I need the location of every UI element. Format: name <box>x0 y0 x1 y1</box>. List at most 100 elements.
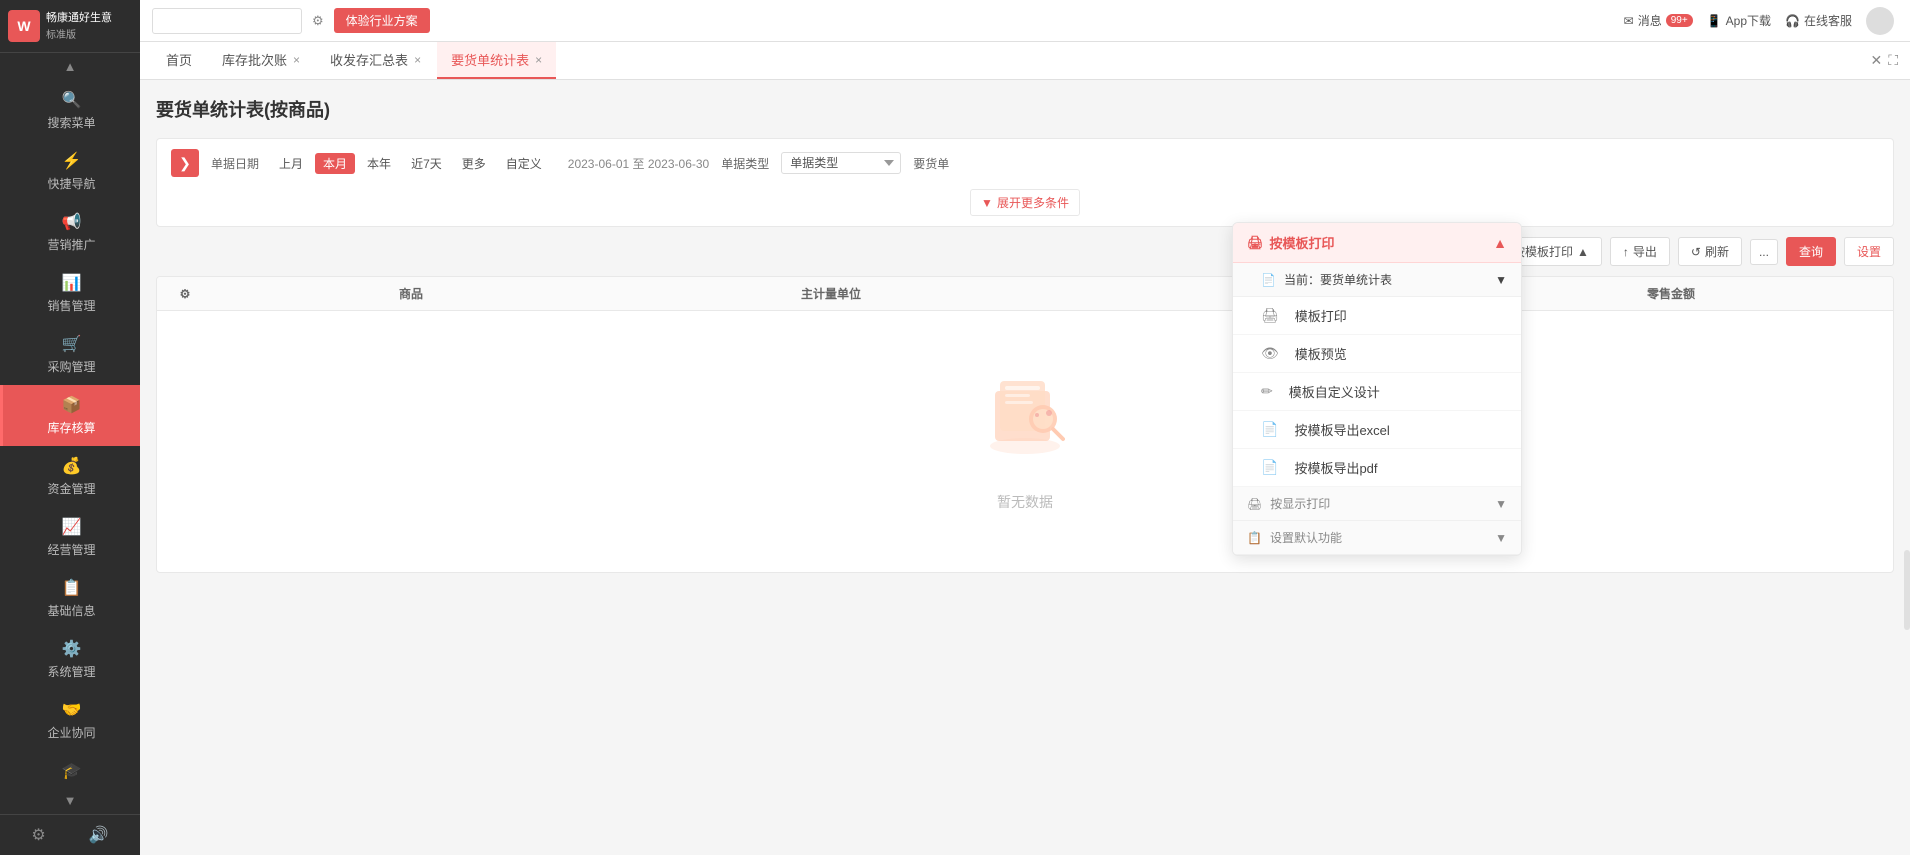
settings-btn[interactable]: 设置 <box>1844 237 1894 266</box>
refresh-icon: ↺ <box>1691 245 1701 259</box>
date-btn-this-year[interactable]: 本年 <box>359 153 399 174</box>
refresh-btn[interactable]: ↺ 刷新 <box>1678 237 1742 266</box>
tab-close-all-btn[interactable]: ✕ <box>1870 52 1882 69</box>
sidebar-item-system[interactable]: ⚙️ 系统管理 <box>0 629 140 690</box>
more-btn[interactable]: ... <box>1750 239 1778 265</box>
expand-label: 展开更多条件 <box>997 194 1069 211</box>
sales-icon: 📊 <box>62 273 82 293</box>
display-print-icon: 🖨 <box>1247 497 1262 511</box>
topbar-search-input[interactable] <box>152 8 302 34</box>
tab-order-stats[interactable]: 要货单统计表 × <box>437 42 556 79</box>
sidebar-scroll-down[interactable]: ▼ <box>0 787 140 814</box>
sidebar-item-label: 资金管理 <box>47 480 95 497</box>
print-arrow-icon: ▲ <box>1577 245 1589 259</box>
sidebar-footer: ⚙ 🔊 <box>0 814 140 855</box>
expand-more-btn[interactable]: ▼ 展开更多条件 <box>970 189 1080 216</box>
dropdown-display-print[interactable]: 🖨 按显示打印 ▼ <box>1233 487 1521 521</box>
col-settings[interactable]: ⚙ <box>169 287 201 301</box>
user-avatar <box>1866 7 1894 35</box>
item-left-template-design: ✏ 模板自定义设计 <box>1261 382 1380 401</box>
sidebar-item-cooperation[interactable]: 🤝 企业协同 <box>0 690 140 751</box>
date-btn-7days[interactable]: 近7天 <box>403 153 450 174</box>
sidebar-item-quicknav[interactable]: ⚡ 快捷导航 <box>0 141 140 202</box>
template-excel-label: 按模板导出excel <box>1294 420 1389 439</box>
message-icon: ✉ <box>1624 14 1634 28</box>
item-left-template-preview: 👁 模板预览 <box>1261 344 1347 363</box>
date-btn-more[interactable]: 更多 <box>454 153 494 174</box>
tabs-bar: 首页 库存批次账 × 收发存汇总表 × 要货单统计表 × ✕ ⛶ <box>140 42 1910 80</box>
message-btn[interactable]: ✉ 消息 99+ <box>1624 12 1693 29</box>
template-print-label: 模板打印 <box>1295 306 1347 325</box>
app-download-btn[interactable]: 📱 App下载 <box>1707 12 1771 29</box>
more-label: ... <box>1759 245 1769 259</box>
export-icon: ↑ <box>1623 245 1629 259</box>
query-label: 查询 <box>1799 243 1823 260</box>
tab-inventory-batch-label: 库存批次账 <box>222 50 287 69</box>
sidebar-item-label: 采购管理 <box>47 358 95 375</box>
sidebar-item-label: 系统管理 <box>47 663 95 680</box>
sound-footer-btn[interactable]: 🔊 <box>89 825 109 845</box>
type-select[interactable]: 单据类型 <box>781 152 901 174</box>
dropdown-close-btn[interactable]: ▲ <box>1493 235 1507 251</box>
sidebar-item-finance[interactable]: 💰 资金管理 <box>0 446 140 507</box>
app-logo: W 畅康通好生意 标准版 <box>0 0 140 53</box>
user-avatar-btn[interactable] <box>1866 7 1898 35</box>
sidebar-item-search[interactable]: 🔍 搜索菜单 <box>0 80 140 141</box>
date-btn-this-month[interactable]: 本月 <box>315 153 355 174</box>
tab-inventory-batch-close[interactable]: × <box>293 53 300 67</box>
export-label: 导出 <box>1633 243 1657 260</box>
message-badge: 99+ <box>1666 14 1693 27</box>
item-left-template-print: 🖨 模板打印 <box>1261 306 1347 325</box>
cooperation-icon: 🤝 <box>62 700 82 720</box>
template-print-icon: 🖨 <box>1261 307 1279 324</box>
inventory-icon: 📦 <box>62 395 82 415</box>
sidebar-item-guide[interactable]: 🎓 新手引导 <box>0 751 140 787</box>
topbar-settings-icon[interactable]: ⚙ <box>312 13 324 29</box>
sidebar-item-sales[interactable]: 📊 销售管理 <box>0 263 140 324</box>
dropdown-item-template-design[interactable]: ✏ 模板自定义设计 <box>1233 373 1521 411</box>
dropdown-item-template-preview[interactable]: 👁 模板预览 <box>1233 335 1521 373</box>
sidebar-item-label: 搜索菜单 <box>47 114 95 131</box>
tab-inventory-batch[interactable]: 库存批次账 × <box>208 42 314 79</box>
tab-receipts-summary[interactable]: 收发存汇总表 × <box>316 42 435 79</box>
dropdown-default-func[interactable]: 📋 设置默认功能 ▼ <box>1233 521 1521 555</box>
experience-btn[interactable]: 体验行业方案 <box>334 8 430 33</box>
dropdown-item-template-excel[interactable]: 📄 按模板导出excel <box>1233 411 1521 449</box>
dropdown-item-template-print[interactable]: 🖨 模板打印 <box>1233 297 1521 335</box>
template-preview-icon: 👁 <box>1261 345 1279 362</box>
default-func-label: 设置默认功能 <box>1270 529 1342 546</box>
sidebar-item-label: 营销推广 <box>47 236 95 253</box>
dropdown-item-template-pdf[interactable]: 📄 按模板导出pdf <box>1233 449 1521 487</box>
settings-btn-label: 设置 <box>1857 243 1881 260</box>
dropdown-title-label: 按模板打印 <box>1270 233 1335 252</box>
settings-footer-btn[interactable]: ⚙ <box>31 825 45 845</box>
default-func-left: 📋 设置默认功能 <box>1247 529 1342 546</box>
right-scrollbar[interactable] <box>1904 550 1910 630</box>
export-btn[interactable]: ↑ 导出 <box>1610 237 1670 266</box>
template-pdf-icon: 📄 <box>1261 459 1278 476</box>
sidebar-item-label: 基础信息 <box>47 602 95 619</box>
tab-receipts-summary-close[interactable]: × <box>414 53 421 67</box>
date-btn-custom[interactable]: 自定义 <box>498 153 550 174</box>
tab-order-stats-close[interactable]: × <box>535 53 542 67</box>
sidebar-item-marketing[interactable]: 📢 营销推广 <box>0 202 140 263</box>
sidebar-item-label: 库存核算 <box>47 419 95 436</box>
sidebar-item-purchase[interactable]: 🛒 采购管理 <box>0 324 140 385</box>
sidebar-item-inventory[interactable]: 📦 库存核算 <box>0 385 140 446</box>
sidebar-scroll-up[interactable]: ▲ <box>0 53 140 80</box>
tab-maximize-btn[interactable]: ⛶ <box>1888 52 1898 69</box>
filter-expand-arrow[interactable]: ❯ <box>171 149 199 177</box>
sidebar-item-label: 快捷导航 <box>47 175 95 192</box>
col-unit: 主计量单位 <box>621 285 1041 302</box>
tab-controls: ✕ ⛶ <box>1870 42 1898 79</box>
col-retail-amount: 零售金额 <box>1461 285 1881 302</box>
sidebar-item-basics[interactable]: 📋 基础信息 <box>0 568 140 629</box>
date-btn-last-month[interactable]: 上月 <box>271 153 311 174</box>
tab-home[interactable]: 首页 <box>152 42 206 79</box>
guide-icon: 🎓 <box>62 761 82 781</box>
sidebar-item-operations[interactable]: 📈 经营管理 <box>0 507 140 568</box>
query-btn[interactable]: 查询 <box>1786 237 1836 266</box>
online-support-btn[interactable]: 🎧 在线客服 <box>1785 12 1852 29</box>
template-design-label: 模板自定义设计 <box>1289 382 1380 401</box>
system-icon: ⚙️ <box>62 639 82 659</box>
